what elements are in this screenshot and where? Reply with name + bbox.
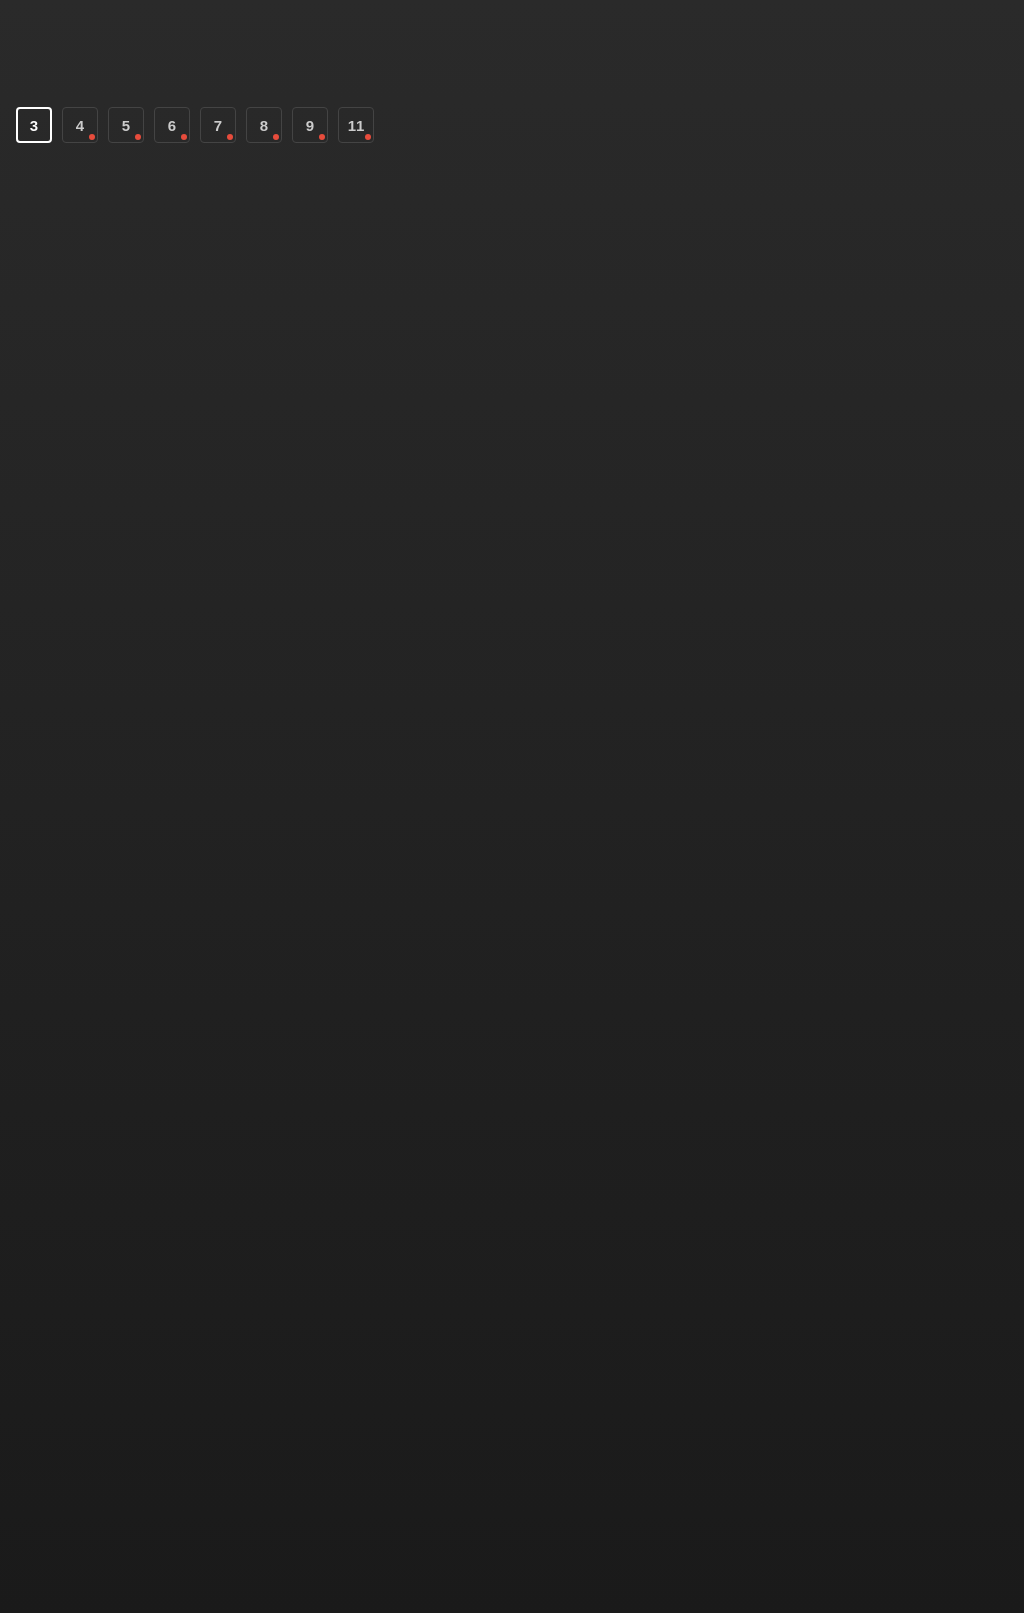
q-dot-11: [365, 134, 371, 140]
q-nav-item-5[interactable]: 5: [108, 107, 144, 143]
q-nav-item-3[interactable]: 3: [16, 107, 52, 143]
q-dot-4: [89, 134, 95, 140]
q-dot-7: [227, 134, 233, 140]
q-dot-9: [319, 134, 325, 140]
q-nav-item-7[interactable]: 7: [200, 107, 236, 143]
phone-background: [0, 0, 1024, 1613]
q-dot-5: [135, 134, 141, 140]
q-nav-item-9[interactable]: 9: [292, 107, 328, 143]
q-dot-8: [273, 134, 279, 140]
q-nav-item-4[interactable]: 4: [62, 107, 98, 143]
q-dot-6: [181, 134, 187, 140]
q-nav-item-8[interactable]: 8: [246, 107, 282, 143]
q-nav-item-11[interactable]: 11: [338, 107, 374, 143]
q-nav-item-6[interactable]: 6: [154, 107, 190, 143]
